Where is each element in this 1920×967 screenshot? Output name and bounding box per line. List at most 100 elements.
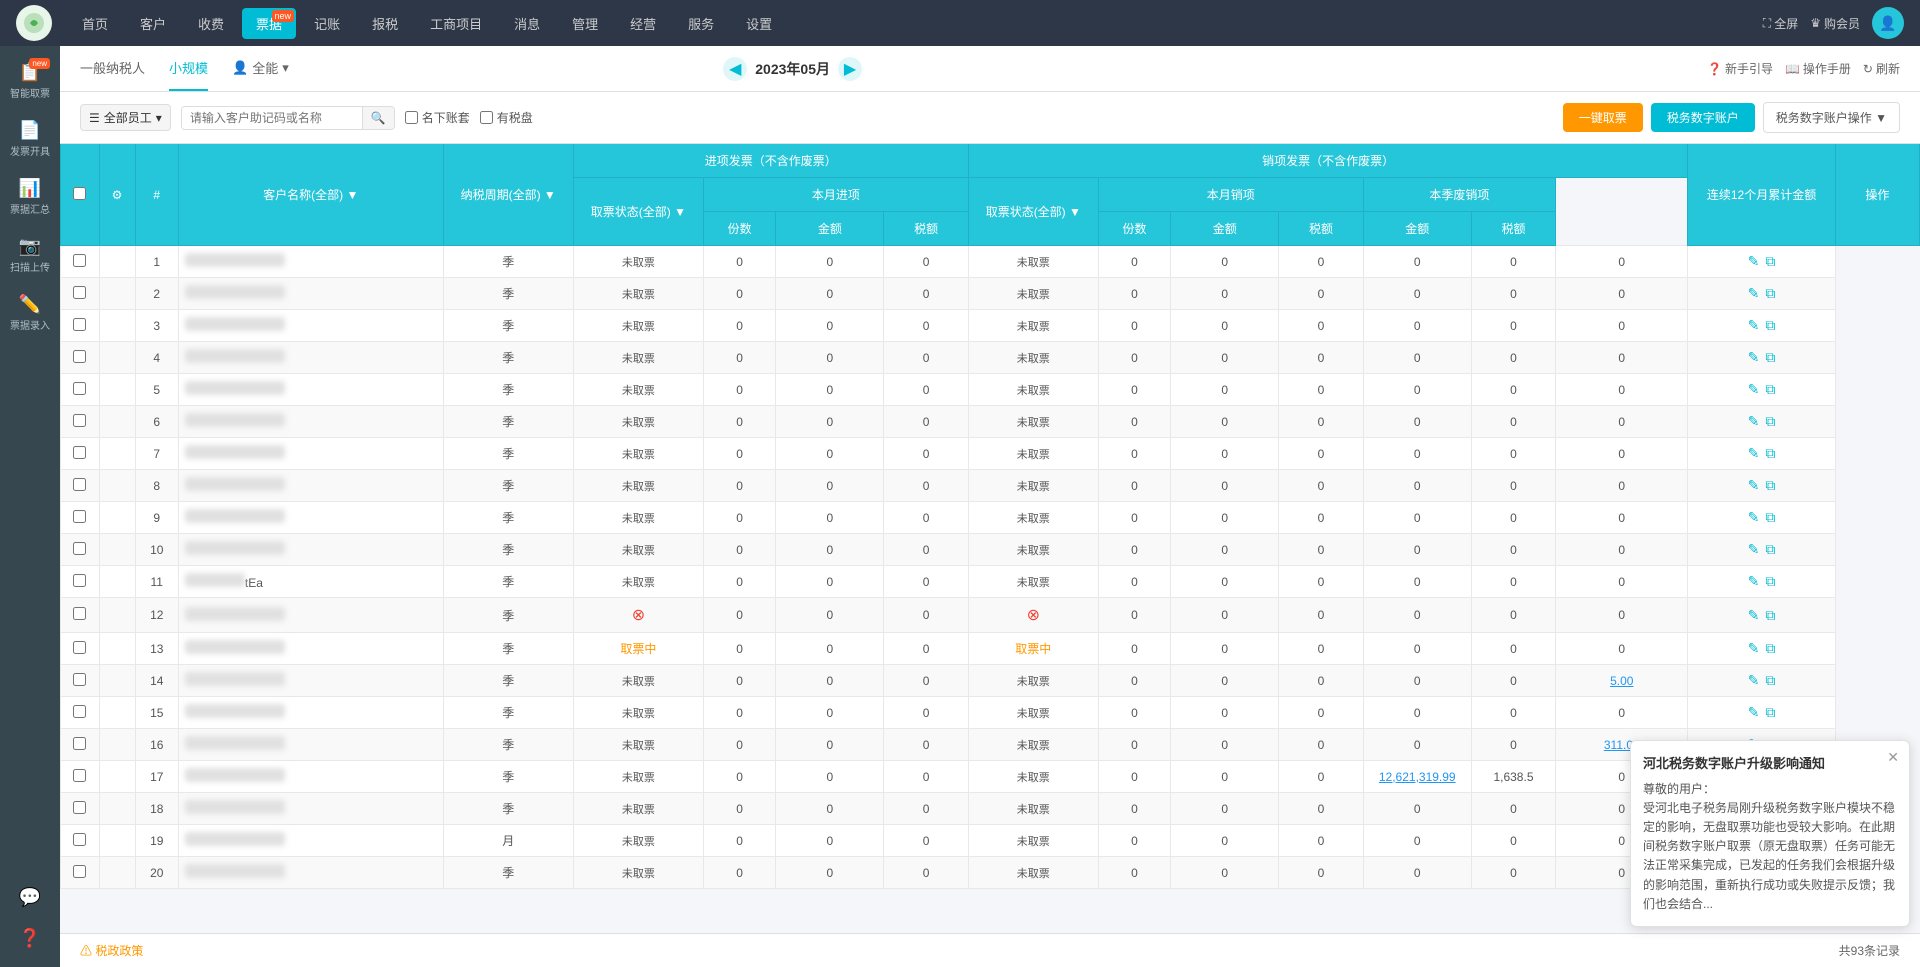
copy-icon[interactable]: ⧉ xyxy=(1765,672,1775,689)
th-tax-period[interactable]: 纳税周期(全部) ▼ xyxy=(443,144,573,246)
nav-accounting[interactable]: 记账 xyxy=(300,8,354,39)
sidebar-item-smart-ticket[interactable]: new 📋 智能取票 xyxy=(4,54,56,108)
digital-account-btn[interactable]: 税务数字账户 xyxy=(1651,103,1755,132)
edit-icon[interactable]: ✎ xyxy=(1748,253,1760,270)
copy-icon[interactable]: ⧉ xyxy=(1765,253,1775,270)
copy-icon[interactable]: ⧉ xyxy=(1765,509,1775,526)
row-checkbox[interactable] xyxy=(73,641,86,654)
row-checkbox[interactable] xyxy=(73,446,86,459)
sidebar-item-scan[interactable]: 📷 扫描上传 xyxy=(4,228,56,282)
copy-icon[interactable]: ⧉ xyxy=(1765,541,1775,558)
row-checkbox[interactable] xyxy=(73,414,86,427)
onekey-ticket-btn[interactable]: 一键取票 xyxy=(1563,103,1643,132)
edit-icon[interactable]: ✎ xyxy=(1748,349,1760,366)
sidebar-item-invoice[interactable]: 📄 发票开具 xyxy=(4,112,56,166)
nav-tax[interactable]: 报税 xyxy=(358,8,412,39)
edit-icon[interactable]: ✎ xyxy=(1748,317,1760,334)
copy-icon[interactable]: ⧉ xyxy=(1765,640,1775,657)
nav-operations[interactable]: 经营 xyxy=(616,8,670,39)
guide-btn[interactable]: ❓ 新手引导 xyxy=(1707,60,1773,77)
taxdisk-checkbox[interactable] xyxy=(480,111,493,124)
digital-account-ops-btn[interactable]: 税务数字账户操作 ▼ xyxy=(1763,102,1900,133)
copy-icon[interactable]: ⧉ xyxy=(1765,573,1775,590)
row-checkbox[interactable] xyxy=(73,801,86,814)
nav-tickets[interactable]: 票据 new xyxy=(242,8,296,39)
date-next-btn[interactable]: ▶ xyxy=(838,57,862,81)
edit-icon[interactable]: ✎ xyxy=(1748,477,1760,494)
th-client-name[interactable]: 客户名称(全部) ▼ xyxy=(178,144,443,246)
date-prev-btn[interactable]: ◀ xyxy=(723,57,747,81)
row-tax-period: 月 xyxy=(443,825,573,857)
copy-icon[interactable]: ⧉ xyxy=(1765,413,1775,430)
sidebar-item-summary[interactable]: 📊 票据汇总 xyxy=(4,170,56,224)
row-checkbox[interactable] xyxy=(73,318,86,331)
nav-billing[interactable]: 收费 xyxy=(184,8,238,39)
tab-small-scale[interactable]: 小规模 xyxy=(169,46,208,91)
refresh-btn[interactable]: ↻ 刷新 xyxy=(1863,60,1900,77)
select-all-checkbox[interactable] xyxy=(73,187,86,200)
tab-general-taxpayer[interactable]: 一般纳税人 xyxy=(80,46,145,91)
employee-select[interactable]: ☰ 全部员工 ▾ xyxy=(80,104,171,131)
season-amount[interactable]: 12,621,319.99 xyxy=(1379,770,1456,784)
edit-icon[interactable]: ✎ xyxy=(1748,541,1760,558)
edit-icon[interactable]: ✎ xyxy=(1748,445,1760,462)
copy-icon[interactable]: ⧉ xyxy=(1765,704,1775,721)
sidebar-chat-icon[interactable]: 💬 xyxy=(13,881,47,914)
nav-services[interactable]: 服务 xyxy=(674,8,728,39)
row-checkbox[interactable] xyxy=(73,769,86,782)
edit-icon[interactable]: ✎ xyxy=(1748,285,1760,302)
fullscreen-btn[interactable]: ⛶ 全屏 xyxy=(1763,15,1798,32)
nav-business[interactable]: 工商项目 xyxy=(416,8,496,39)
tab-all[interactable]: 👤 全能 ▾ xyxy=(232,46,289,91)
row-checkbox[interactable] xyxy=(73,542,86,555)
edit-icon[interactable]: ✎ xyxy=(1748,509,1760,526)
th-out-ticket-status[interactable]: 取票状态(全部) ▼ xyxy=(968,178,1098,246)
avatar[interactable]: 👤 xyxy=(1872,7,1904,39)
edit-icon[interactable]: ✎ xyxy=(1748,640,1760,657)
row-checkbox[interactable] xyxy=(73,865,86,878)
edit-icon[interactable]: ✎ xyxy=(1748,704,1760,721)
row-checkbox[interactable] xyxy=(73,286,86,299)
search-button[interactable]: 🔍 xyxy=(362,107,394,129)
notification-close-btn[interactable]: ✕ xyxy=(1887,749,1899,766)
checkbox-account[interactable]: 名下账套 xyxy=(405,109,470,126)
checkbox-taxdisk[interactable]: 有税盘 xyxy=(480,109,533,126)
row-checkbox[interactable] xyxy=(73,607,86,620)
row-checkbox[interactable] xyxy=(73,510,86,523)
edit-icon[interactable]: ✎ xyxy=(1748,381,1760,398)
row-checkbox[interactable] xyxy=(73,350,86,363)
nav-manage[interactable]: 管理 xyxy=(558,8,612,39)
row-checkbox[interactable] xyxy=(73,673,86,686)
sidebar-help-icon[interactable]: ❓ xyxy=(13,922,47,955)
row-checkbox[interactable] xyxy=(73,705,86,718)
manual-btn[interactable]: 📖 操作手册 xyxy=(1785,60,1851,77)
tax-policy-link[interactable]: ⚠ 税政政策 xyxy=(80,942,143,959)
nav-clients[interactable]: 客户 xyxy=(126,8,180,39)
copy-icon[interactable]: ⧉ xyxy=(1765,445,1775,462)
sidebar-item-entry[interactable]: ✏️ 票据录入 xyxy=(4,286,56,340)
edit-icon[interactable]: ✎ xyxy=(1748,672,1760,689)
copy-icon[interactable]: ⧉ xyxy=(1765,317,1775,334)
nav-home[interactable]: 首页 xyxy=(68,8,122,39)
nav-settings[interactable]: 设置 xyxy=(732,8,786,39)
row-checkbox[interactable] xyxy=(73,737,86,750)
row-checkbox[interactable] xyxy=(73,254,86,267)
edit-icon[interactable]: ✎ xyxy=(1748,573,1760,590)
edit-icon[interactable]: ✎ xyxy=(1748,607,1760,624)
search-input[interactable] xyxy=(182,107,362,129)
cumulative-value[interactable]: 5.00 xyxy=(1610,674,1633,688)
copy-icon[interactable]: ⧉ xyxy=(1765,285,1775,302)
vip-btn[interactable]: ♛ 购会员 xyxy=(1810,15,1860,32)
copy-icon[interactable]: ⧉ xyxy=(1765,477,1775,494)
row-checkbox[interactable] xyxy=(73,382,86,395)
th-in-ticket-status[interactable]: 取票状态(全部) ▼ xyxy=(573,178,703,246)
edit-icon[interactable]: ✎ xyxy=(1748,413,1760,430)
copy-icon[interactable]: ⧉ xyxy=(1765,349,1775,366)
row-checkbox[interactable] xyxy=(73,833,86,846)
row-checkbox[interactable] xyxy=(73,574,86,587)
copy-icon[interactable]: ⧉ xyxy=(1765,607,1775,624)
account-checkbox[interactable] xyxy=(405,111,418,124)
row-checkbox[interactable] xyxy=(73,478,86,491)
copy-icon[interactable]: ⧉ xyxy=(1765,381,1775,398)
nav-messages[interactable]: 消息 xyxy=(500,8,554,39)
